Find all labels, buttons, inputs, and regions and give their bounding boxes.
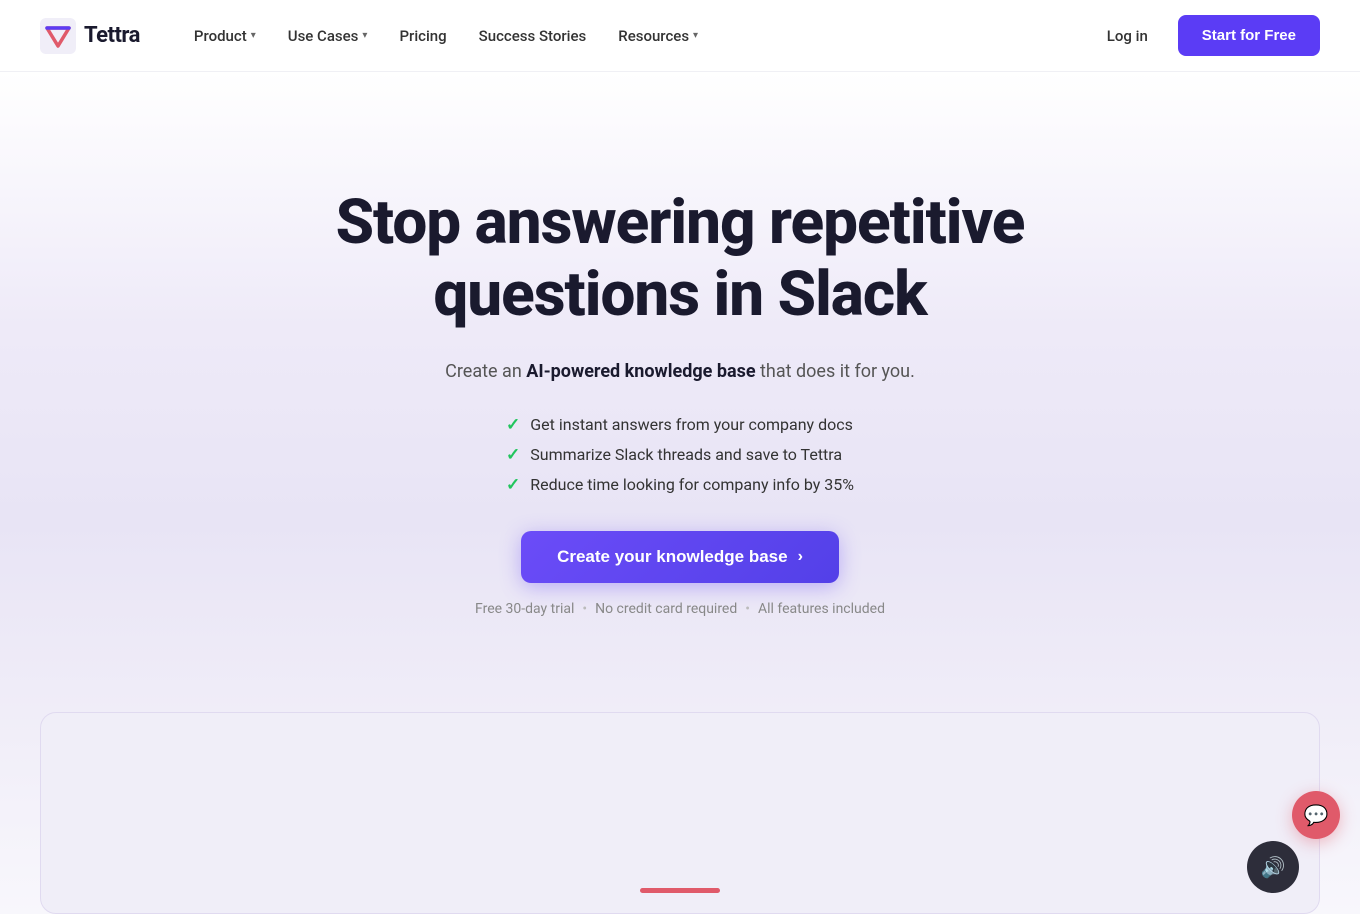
navbar-right: Log in Start for Free [1093,15,1320,56]
brand-name: Tettra [84,23,140,48]
chat-widget-button[interactable]: 💬 [1292,791,1340,839]
checklist-item: ✓ Get instant answers from your company … [506,415,853,435]
nav-success-stories[interactable]: Success Stories [465,19,601,53]
start-for-free-button[interactable]: Start for Free [1178,15,1320,56]
check-icon-3: ✓ [506,475,520,495]
use-cases-chevron-icon: ▾ [362,30,367,41]
sound-icon: 🔊 [1261,855,1286,880]
hero-subtitle: Create an AI-powered knowledge base that… [445,358,915,387]
nav-product[interactable]: Product ▾ [180,19,270,53]
check-icon-1: ✓ [506,415,520,435]
dot-separator-2: • [745,601,750,617]
sound-toggle-button[interactable]: 🔊 [1247,841,1299,893]
demo-card: 🔊 [40,712,1320,914]
tettra-logo-icon [40,18,76,54]
login-link[interactable]: Log in [1093,19,1162,53]
check-icon-2: ✓ [506,445,520,465]
create-knowledge-base-button[interactable]: Create your knowledge base › [521,531,839,583]
demo-section: 🔊 [0,712,1360,914]
checklist: ✓ Get instant answers from your company … [506,415,854,495]
nav-use-cases[interactable]: Use Cases ▾ [274,19,382,53]
checklist-item: ✓ Reduce time looking for company info b… [506,475,854,495]
product-chevron-icon: ▾ [251,30,256,41]
demo-card-inner [41,713,1319,913]
nav-pricing[interactable]: Pricing [385,19,460,53]
resources-chevron-icon: ▾ [693,30,698,41]
checklist-item: ✓ Summarize Slack threads and save to Te… [506,445,842,465]
navbar: Tettra Product ▾ Use Cases ▾ Pricing Suc… [0,0,1360,72]
hero-title: Stop answering repetitive questions in S… [336,187,1025,330]
nav-resources[interactable]: Resources ▾ [604,19,712,53]
dot-separator-1: • [582,601,587,617]
chat-icon: 💬 [1304,803,1329,828]
demo-bottom-bar [640,888,720,893]
logo[interactable]: Tettra [40,18,140,54]
hero-section: Stop answering repetitive questions in S… [0,72,1360,712]
navbar-left: Tettra Product ▾ Use Cases ▾ Pricing Suc… [40,18,712,54]
arrow-right-icon: › [798,548,803,566]
hero-disclaimer: Free 30-day trial • No credit card requi… [475,601,885,617]
nav-links: Product ▾ Use Cases ▾ Pricing Success St… [180,19,712,53]
